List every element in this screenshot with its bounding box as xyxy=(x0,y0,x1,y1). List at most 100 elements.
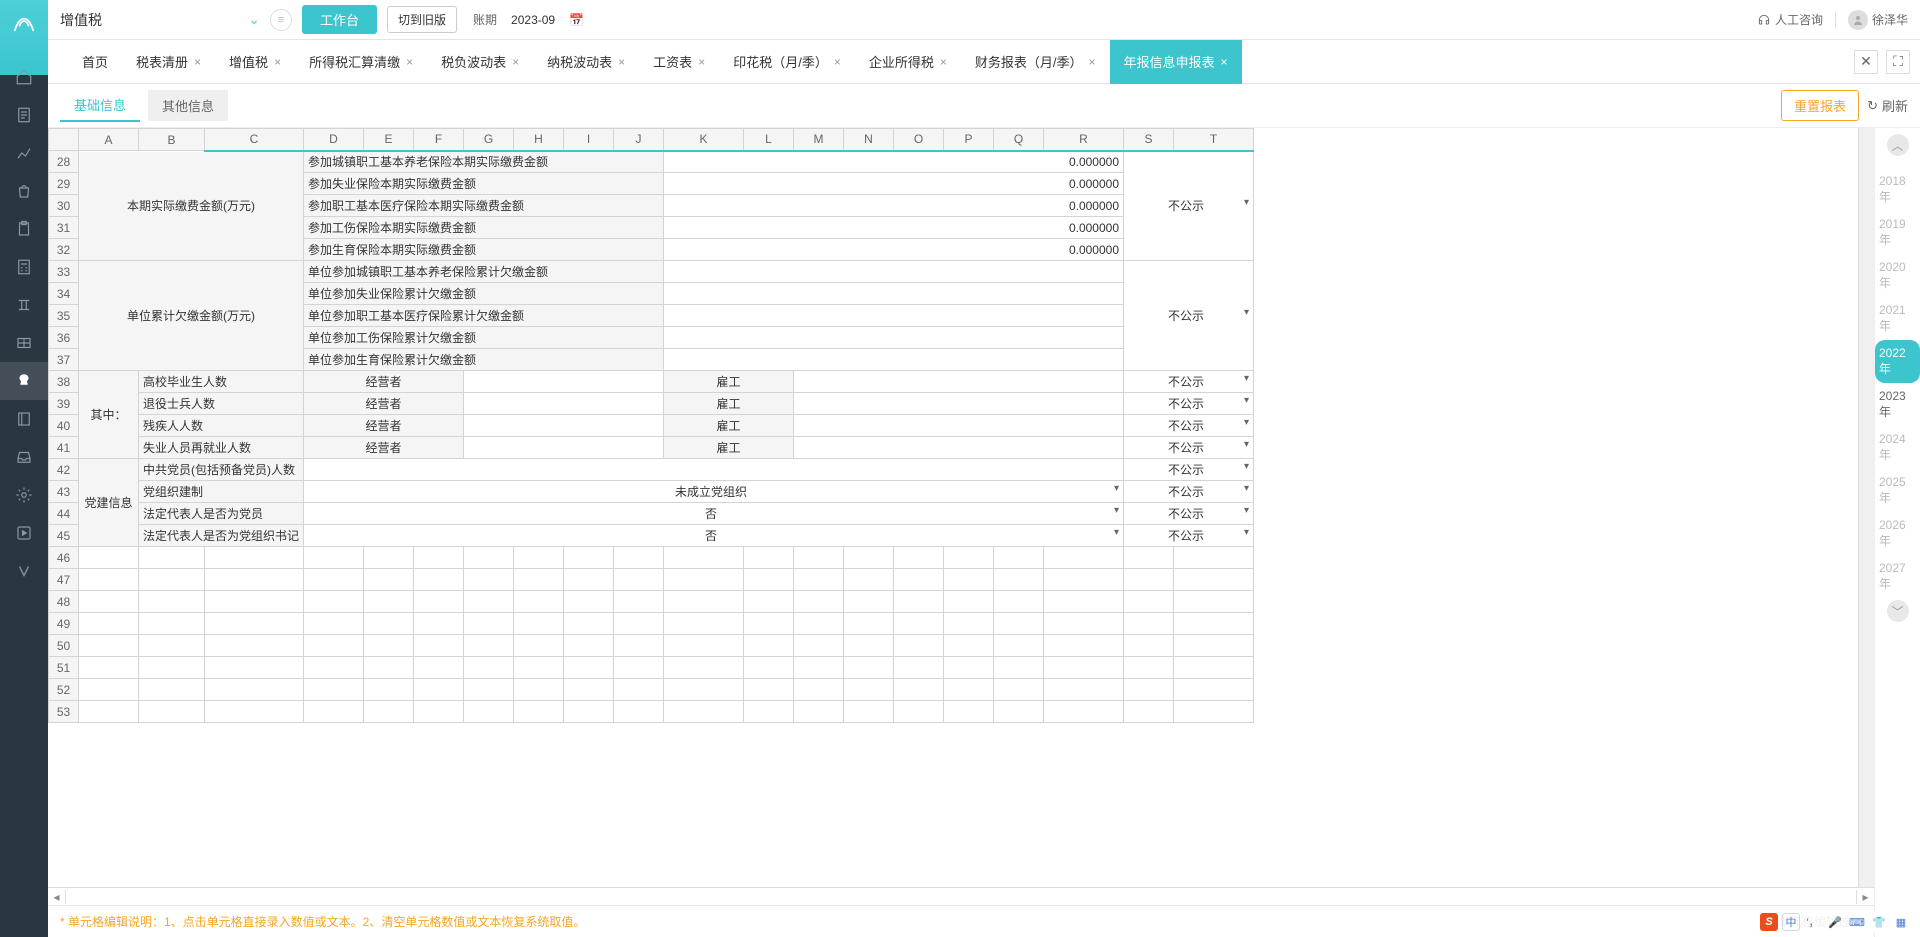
cell[interactable] xyxy=(1044,613,1124,635)
cell[interactable] xyxy=(664,635,744,657)
cell[interactable] xyxy=(514,679,564,701)
cell[interactable]: 参加生育保险本期实际缴费金额 xyxy=(304,239,664,261)
cell[interactable] xyxy=(564,657,614,679)
cell[interactable] xyxy=(1044,591,1124,613)
row-header[interactable]: 52 xyxy=(49,679,79,701)
cell[interactable] xyxy=(139,569,205,591)
cell[interactable] xyxy=(304,679,364,701)
row-header[interactable]: 28 xyxy=(49,151,79,173)
cell[interactable] xyxy=(994,613,1044,635)
cell[interactable] xyxy=(1174,591,1254,613)
cell[interactable] xyxy=(944,679,994,701)
cell[interactable]: 否 xyxy=(304,525,1124,547)
row-header[interactable]: 51 xyxy=(49,657,79,679)
cell[interactable] xyxy=(994,657,1044,679)
cell[interactable] xyxy=(794,415,1124,437)
cell[interactable] xyxy=(664,283,1124,305)
cell[interactable] xyxy=(464,415,664,437)
cell[interactable]: 中共党员(包括预备党员)人数 xyxy=(139,459,304,481)
col-header[interactable]: F xyxy=(414,129,464,151)
year-2021年[interactable]: 2021年 xyxy=(1875,297,1920,340)
col-header[interactable]: O xyxy=(894,129,944,151)
nav-chart-icon[interactable] xyxy=(0,134,48,172)
expand-icon[interactable]: ⛶ xyxy=(1886,50,1910,74)
nav-stamp-icon[interactable] xyxy=(0,286,48,324)
cell[interactable] xyxy=(944,591,994,613)
cell[interactable] xyxy=(1174,679,1254,701)
cell[interactable] xyxy=(664,657,744,679)
cell[interactable]: 失业人员再就业人数 xyxy=(139,437,304,459)
cell[interactable] xyxy=(994,701,1044,723)
cell[interactable] xyxy=(1044,679,1124,701)
tab-close-icon[interactable]: × xyxy=(406,55,413,69)
cell[interactable] xyxy=(1174,547,1254,569)
cell[interactable] xyxy=(944,613,994,635)
close-all-tabs-icon[interactable]: ✕ xyxy=(1854,50,1878,74)
scroll-right-icon[interactable]: ▸ xyxy=(1856,890,1874,904)
cell[interactable] xyxy=(414,635,464,657)
cell[interactable] xyxy=(79,657,139,679)
cell[interactable] xyxy=(744,635,794,657)
cell[interactable] xyxy=(664,327,1124,349)
cell[interactable] xyxy=(1174,613,1254,635)
cell[interactable] xyxy=(304,547,364,569)
cell[interactable] xyxy=(614,547,664,569)
nav-bag-icon[interactable] xyxy=(0,172,48,210)
cell[interactable] xyxy=(844,679,894,701)
cell[interactable] xyxy=(794,547,844,569)
row-header[interactable]: 49 xyxy=(49,613,79,635)
cell[interactable] xyxy=(364,701,414,723)
nav-inbox-icon[interactable] xyxy=(0,438,48,476)
tab-5[interactable]: 纳税波动表× xyxy=(533,40,639,84)
cell[interactable] xyxy=(364,679,414,701)
ime-lang-icon[interactable]: 中 xyxy=(1782,913,1800,931)
cell[interactable] xyxy=(79,591,139,613)
cell[interactable] xyxy=(1044,657,1124,679)
cell[interactable] xyxy=(304,701,364,723)
tab-close-icon[interactable]: × xyxy=(1089,55,1096,69)
row-header[interactable]: 42 xyxy=(49,459,79,481)
cell[interactable] xyxy=(414,701,464,723)
cell[interactable] xyxy=(944,657,994,679)
cell[interactable] xyxy=(364,547,414,569)
cell[interactable] xyxy=(79,613,139,635)
cell[interactable] xyxy=(464,569,514,591)
cell[interactable] xyxy=(564,547,614,569)
cell[interactable] xyxy=(304,657,364,679)
year-2026年[interactable]: 2026年 xyxy=(1875,512,1920,555)
col-header[interactable]: H xyxy=(514,129,564,151)
cell[interactable]: 残疾人人数 xyxy=(139,415,304,437)
cell[interactable]: 0.000000 xyxy=(664,151,1124,173)
col-header[interactable]: Q xyxy=(994,129,1044,151)
cell[interactable] xyxy=(1124,569,1174,591)
nav-tax-icon[interactable] xyxy=(0,362,48,400)
cell[interactable] xyxy=(139,613,205,635)
year-2024年[interactable]: 2024年 xyxy=(1875,426,1920,469)
cell[interactable]: 本期实际缴费金额(万元) xyxy=(79,151,304,261)
cell[interactable] xyxy=(664,591,744,613)
history-icon[interactable]: ≡ xyxy=(270,9,292,31)
tab-8[interactable]: 企业所得税× xyxy=(855,40,961,84)
col-header[interactable]: K xyxy=(664,129,744,151)
cell[interactable] xyxy=(139,591,205,613)
cell[interactable]: 雇工 xyxy=(664,371,794,393)
cell[interactable]: 单位参加职工基本医疗保险累计欠缴金额 xyxy=(304,305,664,327)
cell[interactable] xyxy=(744,679,794,701)
calendar-icon[interactable]: 📅 xyxy=(569,13,584,27)
cell[interactable] xyxy=(364,613,414,635)
cell[interactable] xyxy=(1174,569,1254,591)
cell[interactable] xyxy=(614,701,664,723)
cell[interactable] xyxy=(1124,657,1174,679)
cell[interactable] xyxy=(794,701,844,723)
cell[interactable]: 法定代表人是否为党员 xyxy=(139,503,304,525)
cell[interactable] xyxy=(944,569,994,591)
nav-clipboard-icon[interactable] xyxy=(0,210,48,248)
cell[interactable] xyxy=(414,657,464,679)
cell[interactable] xyxy=(139,635,205,657)
cell[interactable] xyxy=(464,657,514,679)
year-2023年[interactable]: 2023年 xyxy=(1875,383,1920,426)
cell[interactable]: 不公示 xyxy=(1124,525,1254,547)
cell[interactable]: 法定代表人是否为党组织书记 xyxy=(139,525,304,547)
col-header[interactable]: E xyxy=(364,129,414,151)
col-header[interactable]: C xyxy=(204,129,303,151)
